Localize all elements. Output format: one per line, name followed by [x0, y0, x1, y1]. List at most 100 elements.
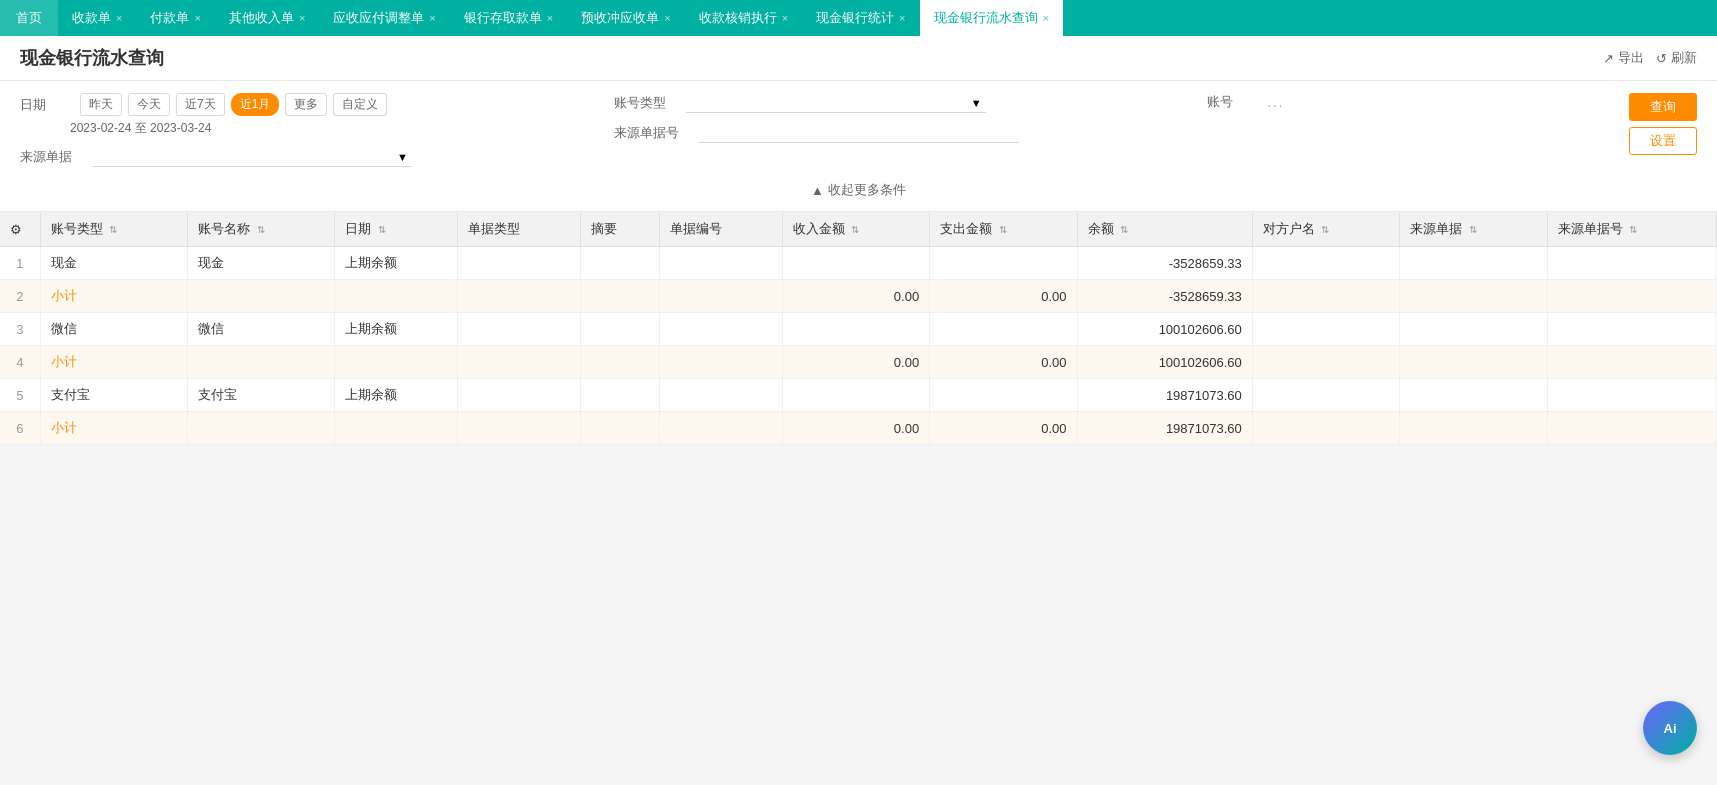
collapse-bar[interactable]: ▲ 收起更多条件	[20, 177, 1697, 199]
date-yesterday[interactable]: 昨天	[80, 93, 122, 116]
cell-doc-no	[659, 247, 782, 280]
col-source-doc[interactable]: 来源单据 ⇅	[1400, 212, 1547, 247]
sort-icon: ⇅	[999, 224, 1007, 235]
close-icon[interactable]: ×	[299, 12, 305, 24]
nav-tab-receipts[interactable]: 收款单 ×	[58, 0, 136, 36]
col-date[interactable]: 日期 ⇅	[335, 212, 458, 247]
sort-icon: ⇅	[1469, 224, 1477, 235]
date-today[interactable]: 今天	[128, 93, 170, 116]
sort-icon: ⇅	[1120, 224, 1128, 235]
account-type-input[interactable]	[690, 95, 971, 110]
cell-source-doc-no	[1547, 412, 1716, 445]
query-button[interactable]: 查询	[1629, 93, 1697, 121]
close-icon[interactable]: ×	[547, 12, 553, 24]
nav-tab-ar-ap[interactable]: 应收应付调整单 ×	[319, 0, 449, 36]
filter-area: 日期 昨天 今天 近7天 近1月 更多 自定义 2023-02-24 至 202…	[0, 81, 1717, 212]
col-summary[interactable]: 摘要	[580, 212, 659, 247]
cell-account-name: 现金	[187, 247, 334, 280]
date-7days[interactable]: 近7天	[176, 93, 225, 116]
cell-counterpart	[1252, 346, 1399, 379]
source-doc-no-row: 来源单据号	[614, 123, 1188, 143]
chevron-down-icon: ▼	[971, 97, 982, 109]
close-icon[interactable]: ×	[664, 12, 670, 24]
close-icon[interactable]: ×	[116, 12, 122, 24]
setting-button[interactable]: 设置	[1629, 127, 1697, 155]
source-doc-select[interactable]: ▼	[92, 147, 412, 167]
cell-doc-type	[458, 280, 581, 313]
account-no-dots[interactable]: ...	[1267, 95, 1284, 110]
nav-tab-bank-flow[interactable]: 现金银行流水查询 ×	[920, 0, 1063, 36]
close-icon[interactable]: ×	[1043, 12, 1049, 24]
row-number: 4	[0, 346, 40, 379]
cell-source-doc	[1400, 313, 1547, 346]
col-account-name[interactable]: 账号名称 ⇅	[187, 212, 334, 247]
account-type-row: 账号类型 ▼	[614, 93, 1188, 113]
cell-summary	[580, 346, 659, 379]
nav-tab-other-income[interactable]: 其他收入单 ×	[215, 0, 319, 36]
refresh-button[interactable]: ↺ 刷新	[1656, 49, 1697, 67]
cell-doc-type	[458, 379, 581, 412]
row-number: 5	[0, 379, 40, 412]
nav-tab-pre-receipt[interactable]: 预收冲应收单 ×	[567, 0, 684, 36]
account-type-select[interactable]: ▼	[686, 93, 986, 113]
sort-icon: ⇅	[257, 224, 265, 235]
col-doc-no[interactable]: 单据编号	[659, 212, 782, 247]
col-income[interactable]: 收入金额 ⇅	[782, 212, 929, 247]
date-more[interactable]: 更多	[285, 93, 327, 116]
cell-summary	[580, 313, 659, 346]
nav-tab-payments[interactable]: 付款单 ×	[136, 0, 214, 36]
source-doc-no-input[interactable]	[703, 125, 1015, 140]
table-container: ⚙ 账号类型 ⇅ 账号名称 ⇅ 日期 ⇅ 单据类型 摘要	[0, 212, 1717, 445]
cell-expense	[930, 379, 1077, 412]
date-range-display: 2023-02-24 至 2023-03-24	[70, 120, 211, 137]
cell-expense: 0.00	[930, 280, 1077, 313]
source-doc-no-label: 来源单据号	[614, 124, 679, 142]
gear-icon: ⚙	[10, 222, 22, 237]
close-icon[interactable]: ×	[899, 12, 905, 24]
export-button[interactable]: ↗ 导出	[1603, 49, 1644, 67]
cell-expense	[930, 247, 1077, 280]
col-counterpart[interactable]: 对方户名 ⇅	[1252, 212, 1399, 247]
date-filter-options: 昨天 今天 近7天 近1月 更多 自定义	[80, 93, 387, 116]
page-title: 现金银行流水查询	[20, 46, 164, 70]
date-range-row: 2023-02-24 至 2023-03-24	[70, 120, 594, 137]
sort-icon: ⇅	[1321, 224, 1329, 235]
cell-balance: -3528659.33	[1077, 247, 1252, 280]
cell-account-type: 小计	[40, 412, 187, 445]
nav-tab-bank-stats[interactable]: 现金银行统计 ×	[802, 0, 919, 36]
date-filter-row: 日期 昨天 今天 近7天 近1月 更多 自定义	[20, 93, 594, 116]
cell-expense: 0.00	[930, 346, 1077, 379]
date-1month[interactable]: 近1月	[231, 93, 280, 116]
source-doc-no-input-wrap[interactable]	[699, 123, 1019, 143]
col-gear[interactable]: ⚙	[0, 212, 40, 247]
nav-tab-bank-deposit[interactable]: 银行存取款单 ×	[450, 0, 567, 36]
col-doc-type[interactable]: 单据类型	[458, 212, 581, 247]
col-account-type[interactable]: 账号类型 ⇅	[40, 212, 187, 247]
nav-home[interactable]: 首页	[0, 0, 58, 36]
right-buttons: 查询 设置	[1629, 93, 1697, 155]
cell-balance: 19871073.60	[1077, 412, 1252, 445]
col-expense[interactable]: 支出金额 ⇅	[930, 212, 1077, 247]
source-doc-label: 来源单据	[20, 148, 72, 166]
close-icon[interactable]: ×	[194, 12, 200, 24]
source-doc-row: 来源单据 ▼	[20, 147, 594, 167]
col-source-doc-no[interactable]: 来源单据号 ⇅	[1547, 212, 1716, 247]
close-icon[interactable]: ×	[429, 12, 435, 24]
table-row: 1现金现金上期余额-3528659.33	[0, 247, 1717, 280]
col-balance[interactable]: 余额 ⇅	[1077, 212, 1252, 247]
cell-doc-no	[659, 313, 782, 346]
cell-date	[335, 280, 458, 313]
cell-counterpart	[1252, 313, 1399, 346]
close-icon[interactable]: ×	[782, 12, 788, 24]
cell-income: 0.00	[782, 346, 929, 379]
nav-tab-collection[interactable]: 收款核销执行 ×	[685, 0, 802, 36]
table-row: 3微信微信上期余额100102606.60	[0, 313, 1717, 346]
source-doc-input[interactable]	[96, 149, 397, 164]
cell-account-name	[187, 280, 334, 313]
chevron-down-icon: ▼	[397, 151, 408, 163]
cell-summary	[580, 412, 659, 445]
cell-expense	[930, 313, 1077, 346]
account-no-label: 账号	[1207, 93, 1247, 111]
cell-account-type: 小计	[40, 280, 187, 313]
date-custom[interactable]: 自定义	[333, 93, 387, 116]
